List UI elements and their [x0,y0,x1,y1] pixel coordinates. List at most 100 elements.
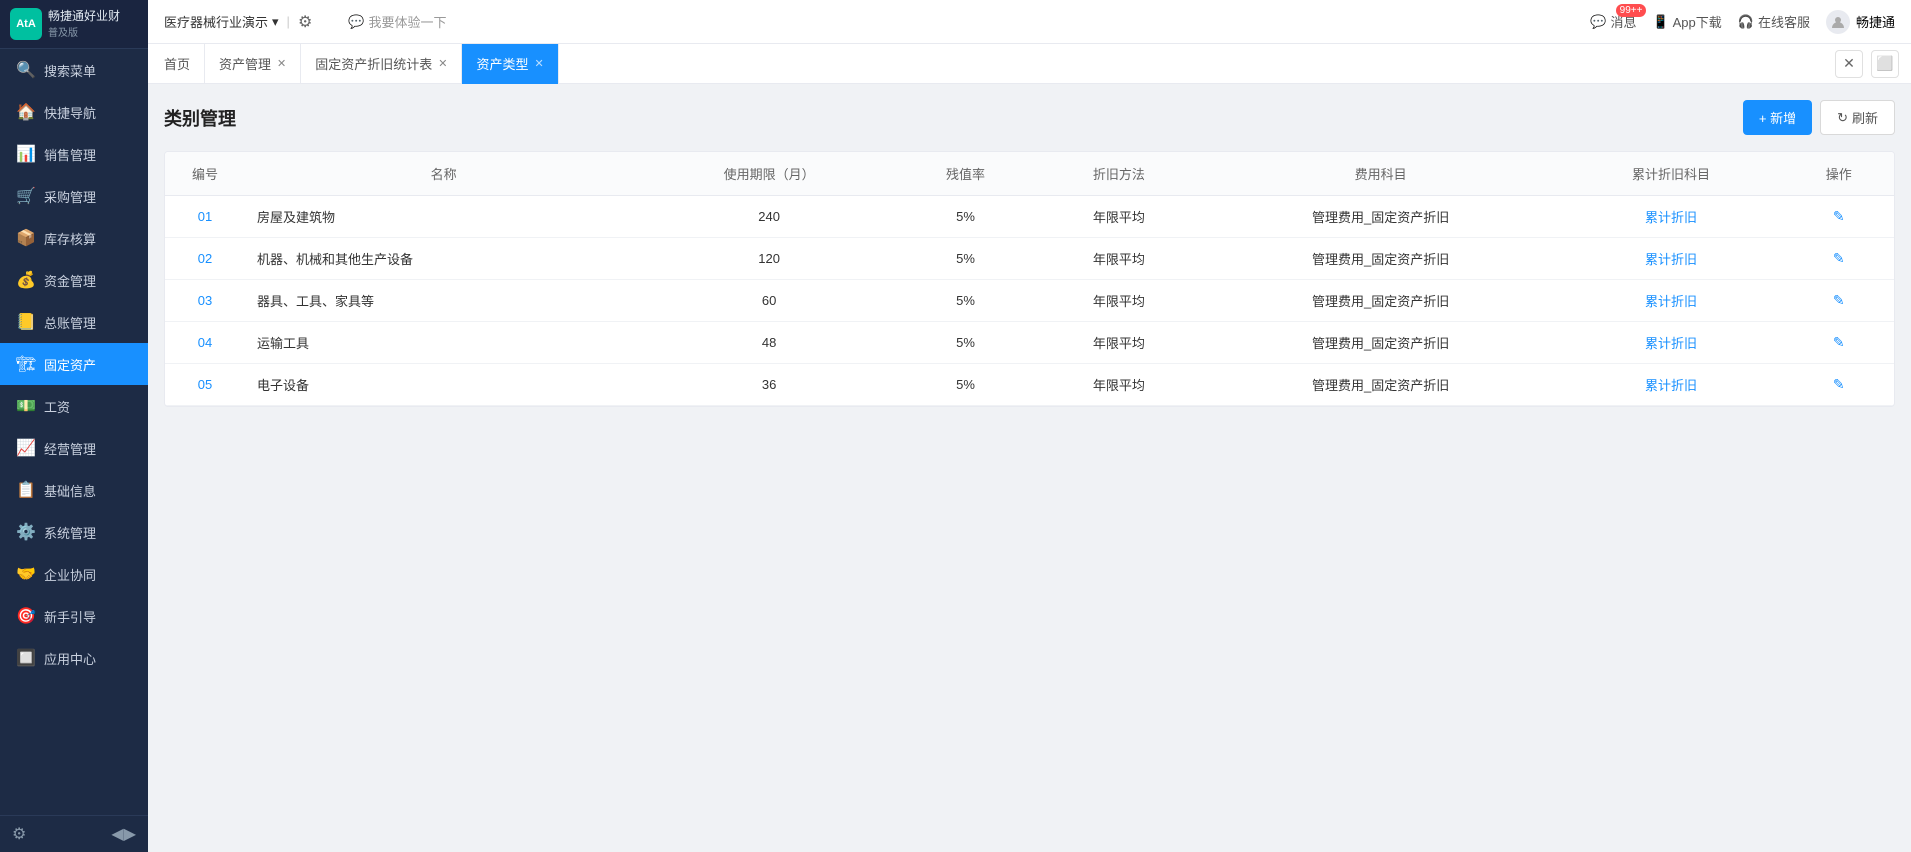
col-residual: 残值率 [896,152,1035,196]
avatar [1826,10,1850,34]
sidebar-item-system[interactable]: ⚙️ 系统管理 [0,511,148,553]
hint-icon: 💬 [348,14,364,30]
cell-cumulative: 累计折旧 [1559,196,1784,238]
tab-close-depreciation-table[interactable]: ✕ [438,57,447,70]
cell-cumulative: 累计折旧 [1559,364,1784,406]
sidebar-item-nav[interactable]: 🏠 快捷导航 [0,91,148,133]
fund-icon: 💰 [16,270,36,290]
hint-button[interactable]: 💬 我要体验一下 [348,12,446,31]
sidebar-item-fund[interactable]: 💰 资金管理 [0,259,148,301]
edit-icon[interactable]: ✎ [1833,250,1845,266]
tab-close-asset-type[interactable]: ✕ [535,57,544,70]
management-icon: 📈 [16,438,36,458]
cell-action[interactable]: ✎ [1784,196,1894,238]
sidebar-item-search[interactable]: 🔍 搜索菜单 [0,49,148,91]
cell-expense: 管理费用_固定资产折旧 [1203,322,1559,364]
table-row: 02 机器、机械和其他生产设备 120 5% 年限平均 管理费用_固定资产折旧 … [165,238,1894,280]
topbar-right: 💬 消息 99+ 📱 App下载 🎧 在线客服 畅捷通 [1590,10,1895,34]
tab-asset-type[interactable]: 资产类型 ✕ [462,44,558,84]
edit-icon[interactable]: ✎ [1833,334,1845,350]
cell-residual: 5% [896,280,1035,322]
company-name: 医疗器械行业演示 [164,12,268,31]
cell-id: 02 [165,238,245,280]
message-button[interactable]: 💬 消息 99+ [1590,12,1636,31]
category-table: 编号 名称 使用期限（月） 残值率 折旧方法 费用科目 累计折旧科目 操作 01… [164,151,1895,407]
tab-home[interactable]: 首页 [160,44,205,84]
col-action: 操作 [1784,152,1894,196]
home-icon: 🏠 [16,102,36,122]
sidebar-item-app-center[interactable]: 🔲 应用中心 [0,637,148,679]
app-edition: 普及版 [48,24,120,39]
sidebar-item-purchase[interactable]: 🛒 采购管理 [0,175,148,217]
company-selector[interactable]: 医疗器械行业演示 ▾ [164,12,279,31]
username: 畅捷通 [1856,12,1895,31]
cell-action[interactable]: ✎ [1784,280,1894,322]
message-icon: 💬 [1590,14,1606,30]
new-button[interactable]: + 新增 [1743,100,1812,135]
sidebar: AtA 畅捷通好业财 普及版 🔍 搜索菜单 🏠 快捷导航 📊 销售管理 🛒 采购… [0,0,148,852]
col-period: 使用期限（月） [642,152,896,196]
sidebar-item-basic-info[interactable]: 📋 基础信息 [0,469,148,511]
col-expense: 费用科目 [1203,152,1559,196]
cell-cumulative: 累计折旧 [1559,238,1784,280]
cell-name: 房屋及建筑物 [245,196,642,238]
cell-method: 年限平均 [1035,364,1203,406]
cell-method: 年限平均 [1035,196,1203,238]
cell-name: 运输工具 [245,322,642,364]
logo-icon: AtA [10,8,42,40]
settings-footer-icon[interactable]: ⚙ [12,824,26,844]
tab-depreciation-table[interactable]: 固定资产折旧统计表 ✕ [301,44,462,84]
cell-action[interactable]: ✎ [1784,238,1894,280]
cell-action[interactable]: ✎ [1784,364,1894,406]
cell-period: 240 [642,196,896,238]
tab-asset-management[interactable]: 资产管理 ✕ [205,44,301,84]
app-logo: AtA 畅捷通好业财 普及版 [0,0,148,49]
online-service-button[interactable]: 🎧 在线客服 [1738,12,1810,31]
page-title: 类别管理 [164,105,236,131]
cell-period: 36 [642,364,896,406]
sidebar-item-salary[interactable]: 💵 工资 [0,385,148,427]
edit-icon[interactable]: ✎ [1833,292,1845,308]
user-menu[interactable]: 畅捷通 [1826,10,1895,34]
sidebar-item-collab[interactable]: 🤝 企业协同 [0,553,148,595]
cell-residual: 5% [896,238,1035,280]
app-download-button[interactable]: 📱 App下载 [1652,12,1721,31]
cell-expense: 管理费用_固定资产折旧 [1203,364,1559,406]
edit-icon[interactable]: ✎ [1833,208,1845,224]
col-method: 折旧方法 [1035,152,1203,196]
sidebar-item-sales[interactable]: 📊 销售管理 [0,133,148,175]
maximize-btn[interactable]: ⬜ [1871,50,1899,78]
system-icon: ⚙️ [16,522,36,542]
sidebar-footer: ⚙ ◀▶ [0,815,148,852]
col-cumulative: 累计折旧科目 [1559,152,1784,196]
guide-icon: 🎯 [16,606,36,626]
page-header: 类别管理 + 新增 ↻ 刷新 [164,100,1895,135]
cell-action[interactable]: ✎ [1784,322,1894,364]
cell-method: 年限平均 [1035,280,1203,322]
sidebar-item-ledger[interactable]: 📒 总账管理 [0,301,148,343]
collapse-icon[interactable]: ◀▶ [111,824,136,844]
cell-name: 电子设备 [245,364,642,406]
cell-cumulative: 累计折旧 [1559,322,1784,364]
search-icon: 🔍 [16,60,36,80]
table-row: 03 器具、工具、家具等 60 5% 年限平均 管理费用_固定资产折旧 累计折旧… [165,280,1894,322]
settings-icon[interactable]: ⚙ [298,12,312,32]
table-row: 04 运输工具 48 5% 年限平均 管理费用_固定资产折旧 累计折旧 ✎ [165,322,1894,364]
table-row: 01 房屋及建筑物 240 5% 年限平均 管理费用_固定资产折旧 累计折旧 ✎ [165,196,1894,238]
sidebar-item-fixed-assets[interactable]: 🏗 固定资产 [0,343,148,385]
cell-residual: 5% [896,364,1035,406]
close-tab-btn[interactable]: ✕ [1835,50,1863,78]
cell-period: 48 [642,322,896,364]
topbar-separator: | [287,14,290,29]
edit-icon[interactable]: ✎ [1833,376,1845,392]
cell-expense: 管理费用_固定资产折旧 [1203,280,1559,322]
cell-name: 机器、机械和其他生产设备 [245,238,642,280]
page-content: 类别管理 + 新增 ↻ 刷新 编号 名称 使用期限（月） 残值率 折旧方法 [148,84,1911,852]
sidebar-item-management[interactable]: 📈 经营管理 [0,427,148,469]
table-header-row: 编号 名称 使用期限（月） 残值率 折旧方法 费用科目 累计折旧科目 操作 [165,152,1894,196]
refresh-button[interactable]: ↻ 刷新 [1820,100,1895,135]
sidebar-item-guide[interactable]: 🎯 新手引导 [0,595,148,637]
purchase-icon: 🛒 [16,186,36,206]
tab-close-asset-management[interactable]: ✕ [277,57,286,70]
sidebar-item-inventory[interactable]: 📦 库存核算 [0,217,148,259]
